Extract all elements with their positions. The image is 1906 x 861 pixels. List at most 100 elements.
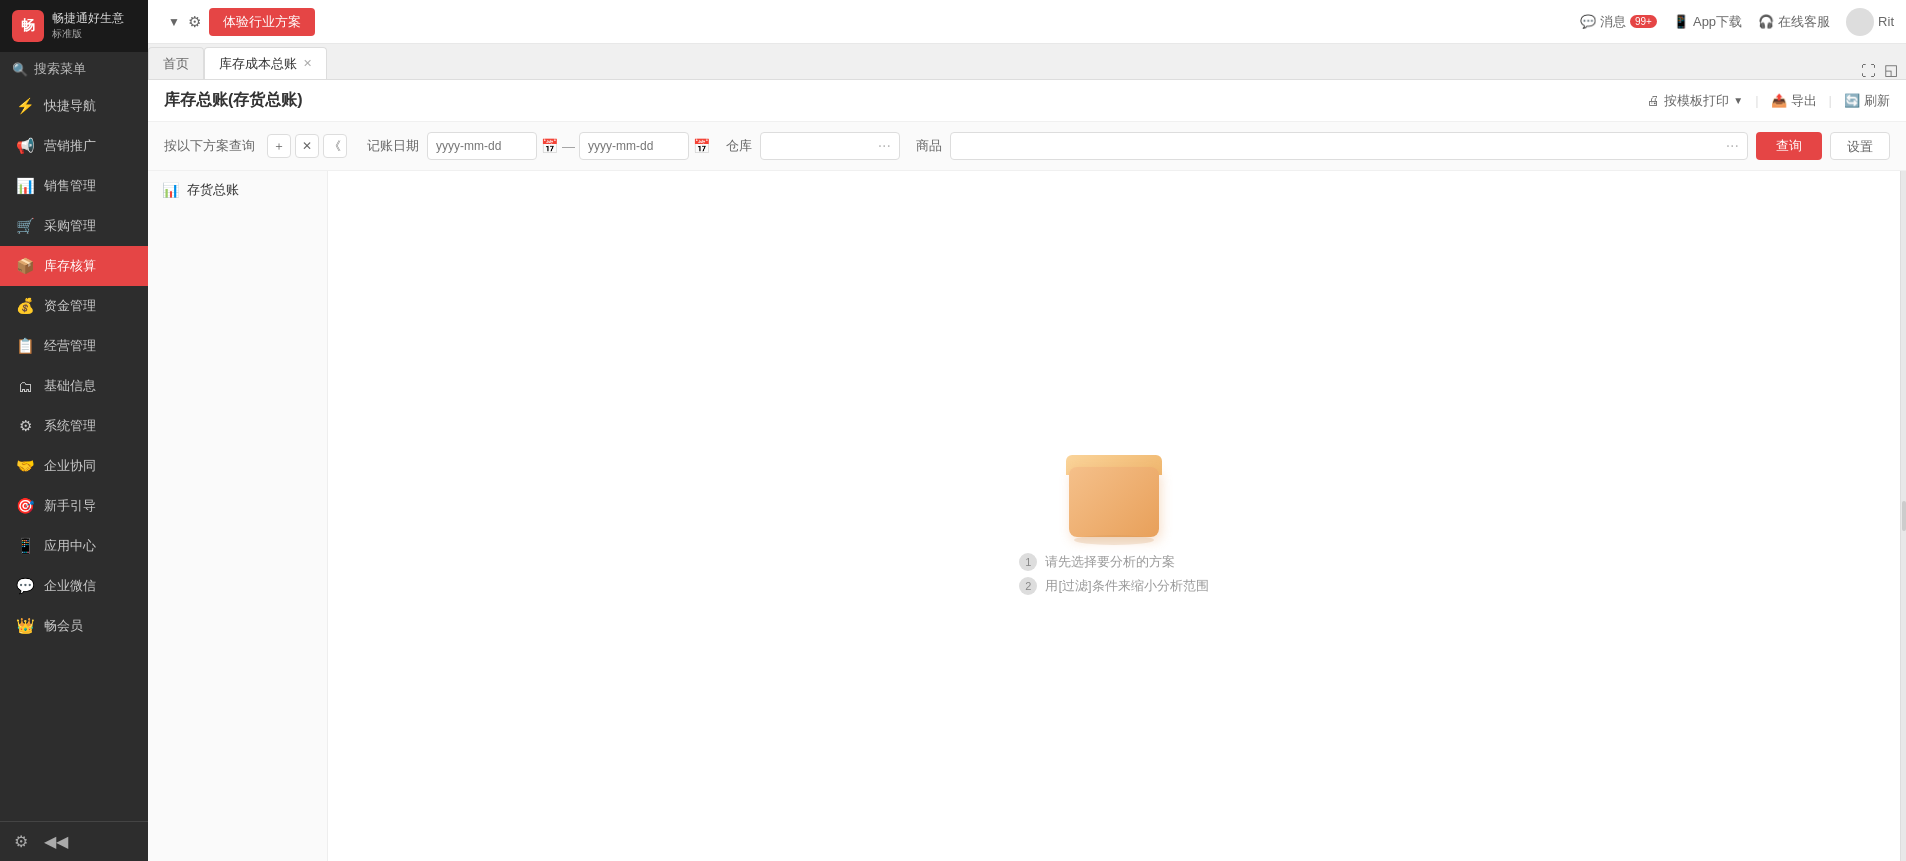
purchase-icon: 🛒	[16, 217, 34, 235]
topbar-gear-icon[interactable]: ⚙	[188, 13, 201, 31]
app-download-label: App下载	[1693, 13, 1742, 31]
left-panel: 📊 存货总账	[148, 171, 328, 861]
message-action[interactable]: 💬 消息 99+	[1580, 13, 1657, 31]
empty-tips: 1 请先选择要分析的方案 2 用[过滤]条件来缩小分析范围	[1019, 553, 1208, 595]
app-center-icon: 📱	[16, 537, 34, 555]
sidebar-item-guide[interactable]: 🎯 新手引导	[0, 486, 148, 526]
sidebar-nav: ⚡ 快捷导航 📢 营销推广 📊 销售管理 🛒 采购管理 📦 库存核算 💰 资金管…	[0, 86, 148, 821]
industry-btn[interactable]: 体验行业方案	[209, 8, 315, 36]
date-end-input[interactable]	[579, 132, 689, 160]
date-range: 📅 — 📅	[427, 132, 710, 160]
topbar-left: ▼ ⚙ 体验行业方案	[160, 8, 1572, 36]
sidebar-item-purchase[interactable]: 🛒 采购管理	[0, 206, 148, 246]
sidebar: 畅 畅捷通好生意 标准版 🔍 搜索菜单 ⚡ 快捷导航 📢 营销推广 📊 销售管理…	[0, 0, 148, 861]
sidebar-item-inventory[interactable]: 📦 库存核算	[0, 246, 148, 286]
right-panel-handle	[1902, 501, 1906, 531]
sidebar-item-system[interactable]: ⚙ 系统管理	[0, 406, 148, 446]
topbar-dropdown-icon[interactable]: ▼	[168, 15, 180, 29]
search-icon: 🔍	[12, 62, 28, 77]
sidebar-item-vip[interactable]: 👑 畅会员	[0, 606, 148, 646]
add-filter-btn[interactable]: ＋	[267, 134, 291, 158]
print-dropdown-icon[interactable]: ▼	[1733, 95, 1743, 106]
print-template-btn[interactable]: 🖨 按模板打印 ▼	[1647, 92, 1743, 110]
remove-filter-btn[interactable]: ✕	[295, 134, 319, 158]
print-template-label: 按模板打印	[1664, 92, 1729, 110]
tab-settings-icon[interactable]: ◱	[1884, 61, 1898, 79]
logo-text-block: 畅捷通好生意 标准版	[52, 11, 124, 41]
filter-actions: ＋ ✕ 《	[267, 134, 347, 158]
warehouse-label: 仓库	[726, 137, 752, 155]
calendar-end-icon[interactable]: 📅	[693, 138, 710, 154]
tab-inventory-ledger[interactable]: 库存成本总账 ✕	[204, 47, 327, 79]
sidebar-item-enterprise[interactable]: 🤝 企业协同	[0, 446, 148, 486]
box-shadow	[1074, 535, 1154, 545]
sidebar-item-app-center[interactable]: 📱 应用中心	[0, 526, 148, 566]
tabs-bar: 首页 库存成本总账 ✕ ⛶ ◱	[148, 44, 1906, 80]
tip-num-1: 1	[1019, 553, 1037, 571]
sidebar-item-quick-nav[interactable]: ⚡ 快捷导航	[0, 86, 148, 126]
sidebar-item-wechat[interactable]: 💬 企业微信	[0, 566, 148, 606]
tab-home-label: 首页	[163, 55, 189, 73]
sidebar-item-label: 应用中心	[44, 537, 96, 555]
export-btn[interactable]: 📤 导出	[1771, 92, 1817, 110]
sidebar-item-label: 采购管理	[44, 217, 96, 235]
user-profile[interactable]: Rit	[1846, 8, 1894, 36]
search-menu[interactable]: 🔍 搜索菜单	[0, 52, 148, 86]
app-name: 畅捷通好生意	[52, 11, 124, 27]
message-icon: 💬	[1580, 14, 1596, 29]
search-menu-label: 搜索菜单	[34, 60, 86, 78]
tab-home[interactable]: 首页	[148, 47, 204, 79]
sidebar-item-label: 企业微信	[44, 577, 96, 595]
sidebar-item-operations[interactable]: 📋 经营管理	[0, 326, 148, 366]
refresh-btn[interactable]: 🔄 刷新	[1844, 92, 1890, 110]
app-badge: 标准版	[52, 27, 124, 41]
date-label: 记账日期	[367, 137, 419, 155]
tab-expand-icon[interactable]: ⛶	[1861, 62, 1876, 79]
tip-text-1: 请先选择要分析的方案	[1045, 553, 1175, 571]
left-panel-item-inventory[interactable]: 📊 存货总账	[148, 171, 327, 209]
refresh-icon: 🔄	[1844, 93, 1860, 108]
settings-button[interactable]: 设置	[1830, 132, 1890, 160]
logo-letter: 畅	[21, 17, 35, 35]
sidebar-item-label: 新手引导	[44, 497, 96, 515]
message-badge: 99+	[1630, 15, 1657, 28]
divider2: |	[1829, 93, 1832, 108]
online-service-action[interactable]: 🎧 在线客服	[1758, 13, 1830, 31]
sidebar-item-funds[interactable]: 💰 资金管理	[0, 286, 148, 326]
sidebar-item-label: 资金管理	[44, 297, 96, 315]
app-download-icon: 📱	[1673, 14, 1689, 29]
divider: |	[1755, 93, 1758, 108]
logo-icon: 畅	[12, 10, 44, 42]
page-header: 库存总账(存货总账) 🖨 按模板打印 ▼ | 📤 导出 | 🔄 刷新	[148, 80, 1906, 122]
tip-item-1: 1 请先选择要分析的方案	[1019, 553, 1208, 571]
date-start-input[interactable]	[427, 132, 537, 160]
quick-nav-icon: ⚡	[16, 97, 34, 115]
settings-footer-icon[interactable]: ⚙	[14, 832, 28, 851]
right-panel	[1900, 171, 1906, 861]
collapse-icon[interactable]: ◀◀	[44, 832, 68, 851]
warehouse-select[interactable]: ···	[760, 132, 900, 160]
tab-close-icon[interactable]: ✕	[303, 57, 312, 70]
content-body: 📊 存货总账 1 请先选择要分析的方案 2	[148, 171, 1906, 861]
sidebar-item-basic-info[interactable]: 🗂 基础信息	[0, 366, 148, 406]
goods-label: 商品	[916, 137, 942, 155]
wechat-icon: 💬	[16, 577, 34, 595]
printer-icon: 🖨	[1647, 93, 1660, 108]
export-icon: 📤	[1771, 93, 1787, 108]
goods-more-icon[interactable]: ···	[1726, 137, 1739, 155]
box-body	[1069, 467, 1159, 537]
calendar-start-icon[interactable]: 📅	[541, 138, 558, 154]
goods-select[interactable]: ···	[950, 132, 1748, 160]
collapse-filter-btn[interactable]: 《	[323, 134, 347, 158]
app-download-action[interactable]: 📱 App下载	[1673, 13, 1742, 31]
sidebar-item-sales[interactable]: 📊 销售管理	[0, 166, 148, 206]
query-button[interactable]: 查询	[1756, 132, 1822, 160]
warehouse-more-icon[interactable]: ···	[878, 137, 891, 155]
sidebar-item-marketing[interactable]: 📢 营销推广	[0, 126, 148, 166]
headset-icon: 🎧	[1758, 14, 1774, 29]
sidebar-item-label: 系统管理	[44, 417, 96, 435]
sidebar-item-label: 畅会员	[44, 617, 83, 635]
export-label: 导出	[1791, 92, 1817, 110]
filter-row: 记账日期 📅 — 📅 仓库 ··· 商品 ···	[359, 132, 1890, 160]
tab-inventory-ledger-label: 库存成本总账	[219, 55, 297, 73]
